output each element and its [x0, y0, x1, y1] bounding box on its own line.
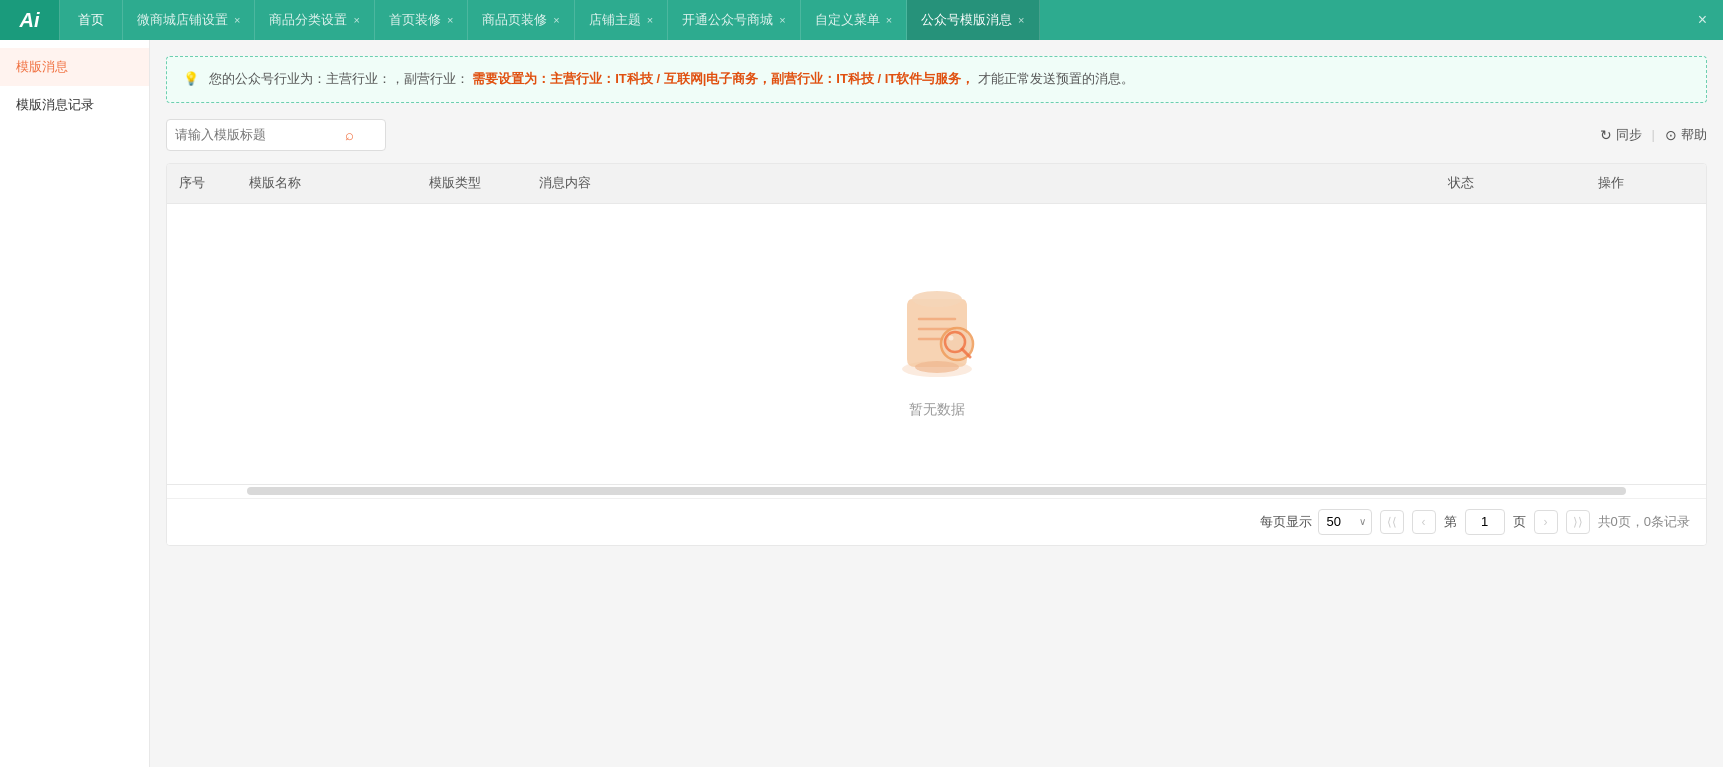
- open-mall-label: 开通公众号商城: [682, 11, 773, 29]
- close-home-decoration-icon[interactable]: ×: [447, 14, 453, 26]
- per-page-dropdown[interactable]: 50 10 20 100: [1318, 509, 1372, 535]
- notice-suffix: 才能正常发送预置的消息。: [978, 71, 1134, 86]
- top-nav: Ai 首页 微商城店铺设置 × 商品分类设置 × 首页装修 × 商品页装修 × …: [0, 0, 1723, 40]
- product-decoration-label: 商品页装修: [482, 11, 547, 29]
- close-product-decoration-icon[interactable]: ×: [553, 14, 559, 26]
- svg-point-9: [948, 335, 953, 340]
- sync-label: 同步: [1616, 126, 1642, 144]
- sync-button[interactable]: ↻ 同步: [1600, 126, 1642, 144]
- scrollbar-track: [247, 487, 1626, 495]
- sync-icon: ↻: [1600, 127, 1612, 143]
- sidebar-item-template-msg-log[interactable]: 模版消息记录: [0, 86, 149, 124]
- shop-setting-label: 微商城店铺设置: [137, 11, 228, 29]
- sidebar-label-template-msg: 模版消息: [16, 59, 68, 74]
- close-template-msg-icon[interactable]: ×: [1018, 14, 1024, 26]
- col-type: 模版类型: [417, 174, 527, 192]
- col-action: 操作: [1586, 174, 1706, 192]
- search-input[interactable]: [175, 127, 345, 142]
- page-number-input[interactable]: [1465, 509, 1505, 535]
- content-area: 💡 您的公众号行业为：主营行业：，副营行业： 需要设置为：主营行业：IT科技 /…: [150, 40, 1723, 767]
- tab-home[interactable]: 首页: [60, 0, 123, 40]
- sidebar-label-template-msg-log: 模版消息记录: [16, 97, 94, 112]
- next-page-button[interactable]: ›: [1534, 510, 1558, 534]
- horizontal-scrollbar[interactable]: [167, 484, 1706, 498]
- page-suffix: 页: [1513, 513, 1526, 531]
- close-category-icon[interactable]: ×: [353, 14, 359, 26]
- search-actions: ↻ 同步 | ⊙ 帮助: [1600, 126, 1707, 144]
- empty-text: 暂无数据: [909, 401, 965, 419]
- tab-home-decoration[interactable]: 首页装修 ×: [375, 0, 468, 40]
- shop-theme-label: 店铺主题: [589, 11, 641, 29]
- app-logo: Ai: [0, 0, 60, 40]
- per-page-label: 每页显示: [1260, 513, 1312, 531]
- svg-point-1: [912, 291, 962, 307]
- template-msg-label: 公众号模版消息: [921, 11, 1012, 29]
- table-header: 序号 模版名称 模版类型 消息内容 状态 操作: [167, 164, 1706, 204]
- per-page-select: 每页显示 50 10 20 100: [1260, 509, 1372, 535]
- first-page-button[interactable]: ⟨⟨: [1380, 510, 1404, 534]
- search-bar: ⌕ ↻ 同步 | ⊙ 帮助: [166, 119, 1707, 151]
- notice-highlight: 需要设置为：主营行业：IT科技 / 互联网|电子商务，副营行业：IT科技 / I…: [472, 71, 974, 86]
- tab-custom-menu[interactable]: 自定义菜单 ×: [801, 0, 907, 40]
- col-seq: 序号: [167, 174, 237, 192]
- page-label: 第: [1444, 513, 1457, 531]
- data-table: 序号 模版名称 模版类型 消息内容 状态 操作: [166, 163, 1707, 546]
- search-icon[interactable]: ⌕: [345, 126, 354, 143]
- tab-shop-theme[interactable]: 店铺主题 ×: [575, 0, 668, 40]
- close-shop-theme-icon[interactable]: ×: [647, 14, 653, 26]
- col-name: 模版名称: [237, 174, 417, 192]
- help-circle-icon: ⊙: [1665, 127, 1677, 143]
- empty-illustration: [877, 269, 997, 389]
- search-input-wrap: ⌕: [166, 119, 386, 151]
- home-tab-label: 首页: [78, 11, 104, 29]
- empty-state: 暂无数据: [877, 269, 997, 419]
- home-decoration-label: 首页装修: [389, 11, 441, 29]
- tab-template-msg[interactable]: 公众号模版消息 ×: [907, 0, 1039, 40]
- pagination: 每页显示 50 10 20 100 ⟨⟨ ‹ 第 页 ›: [167, 498, 1706, 545]
- help-button[interactable]: ⊙ 帮助: [1665, 126, 1707, 144]
- sidebar: 模版消息 模版消息记录: [0, 40, 150, 767]
- category-setting-label: 商品分类设置: [269, 11, 347, 29]
- table-body: 暂无数据: [167, 204, 1706, 484]
- sidebar-item-template-msg[interactable]: 模版消息: [0, 48, 149, 86]
- notice-icon: 💡: [183, 71, 199, 86]
- total-info: 共0页，0条记录: [1598, 513, 1690, 531]
- global-close-button[interactable]: ×: [1682, 0, 1723, 40]
- col-status: 状态: [1436, 174, 1586, 192]
- col-content: 消息内容: [527, 174, 1436, 192]
- last-page-button[interactable]: ⟩⟩: [1566, 510, 1590, 534]
- main-layout: 模版消息 模版消息记录 💡 您的公众号行业为：主营行业：，副营行业： 需要设置为…: [0, 40, 1723, 767]
- close-open-mall-icon[interactable]: ×: [779, 14, 785, 26]
- notice-box: 💡 您的公众号行业为：主营行业：，副营行业： 需要设置为：主营行业：IT科技 /…: [166, 56, 1707, 103]
- close-custom-menu-icon[interactable]: ×: [886, 14, 892, 26]
- notice-prefix: 您的公众号行业为：主营行业：，副营行业：: [209, 71, 469, 86]
- per-page-select-wrap: 50 10 20 100: [1318, 509, 1372, 535]
- prev-page-button[interactable]: ‹: [1412, 510, 1436, 534]
- tab-shop-setting[interactable]: 微商城店铺设置 ×: [123, 0, 255, 40]
- tab-category-setting[interactable]: 商品分类设置 ×: [255, 0, 374, 40]
- tab-open-mall[interactable]: 开通公众号商城 ×: [668, 0, 800, 40]
- divider: |: [1652, 127, 1655, 142]
- help-label: 帮助: [1681, 126, 1707, 144]
- custom-menu-label: 自定义菜单: [815, 11, 880, 29]
- svg-point-2: [915, 361, 959, 373]
- close-shop-setting-icon[interactable]: ×: [234, 14, 240, 26]
- tab-product-decoration[interactable]: 商品页装修 ×: [468, 0, 574, 40]
